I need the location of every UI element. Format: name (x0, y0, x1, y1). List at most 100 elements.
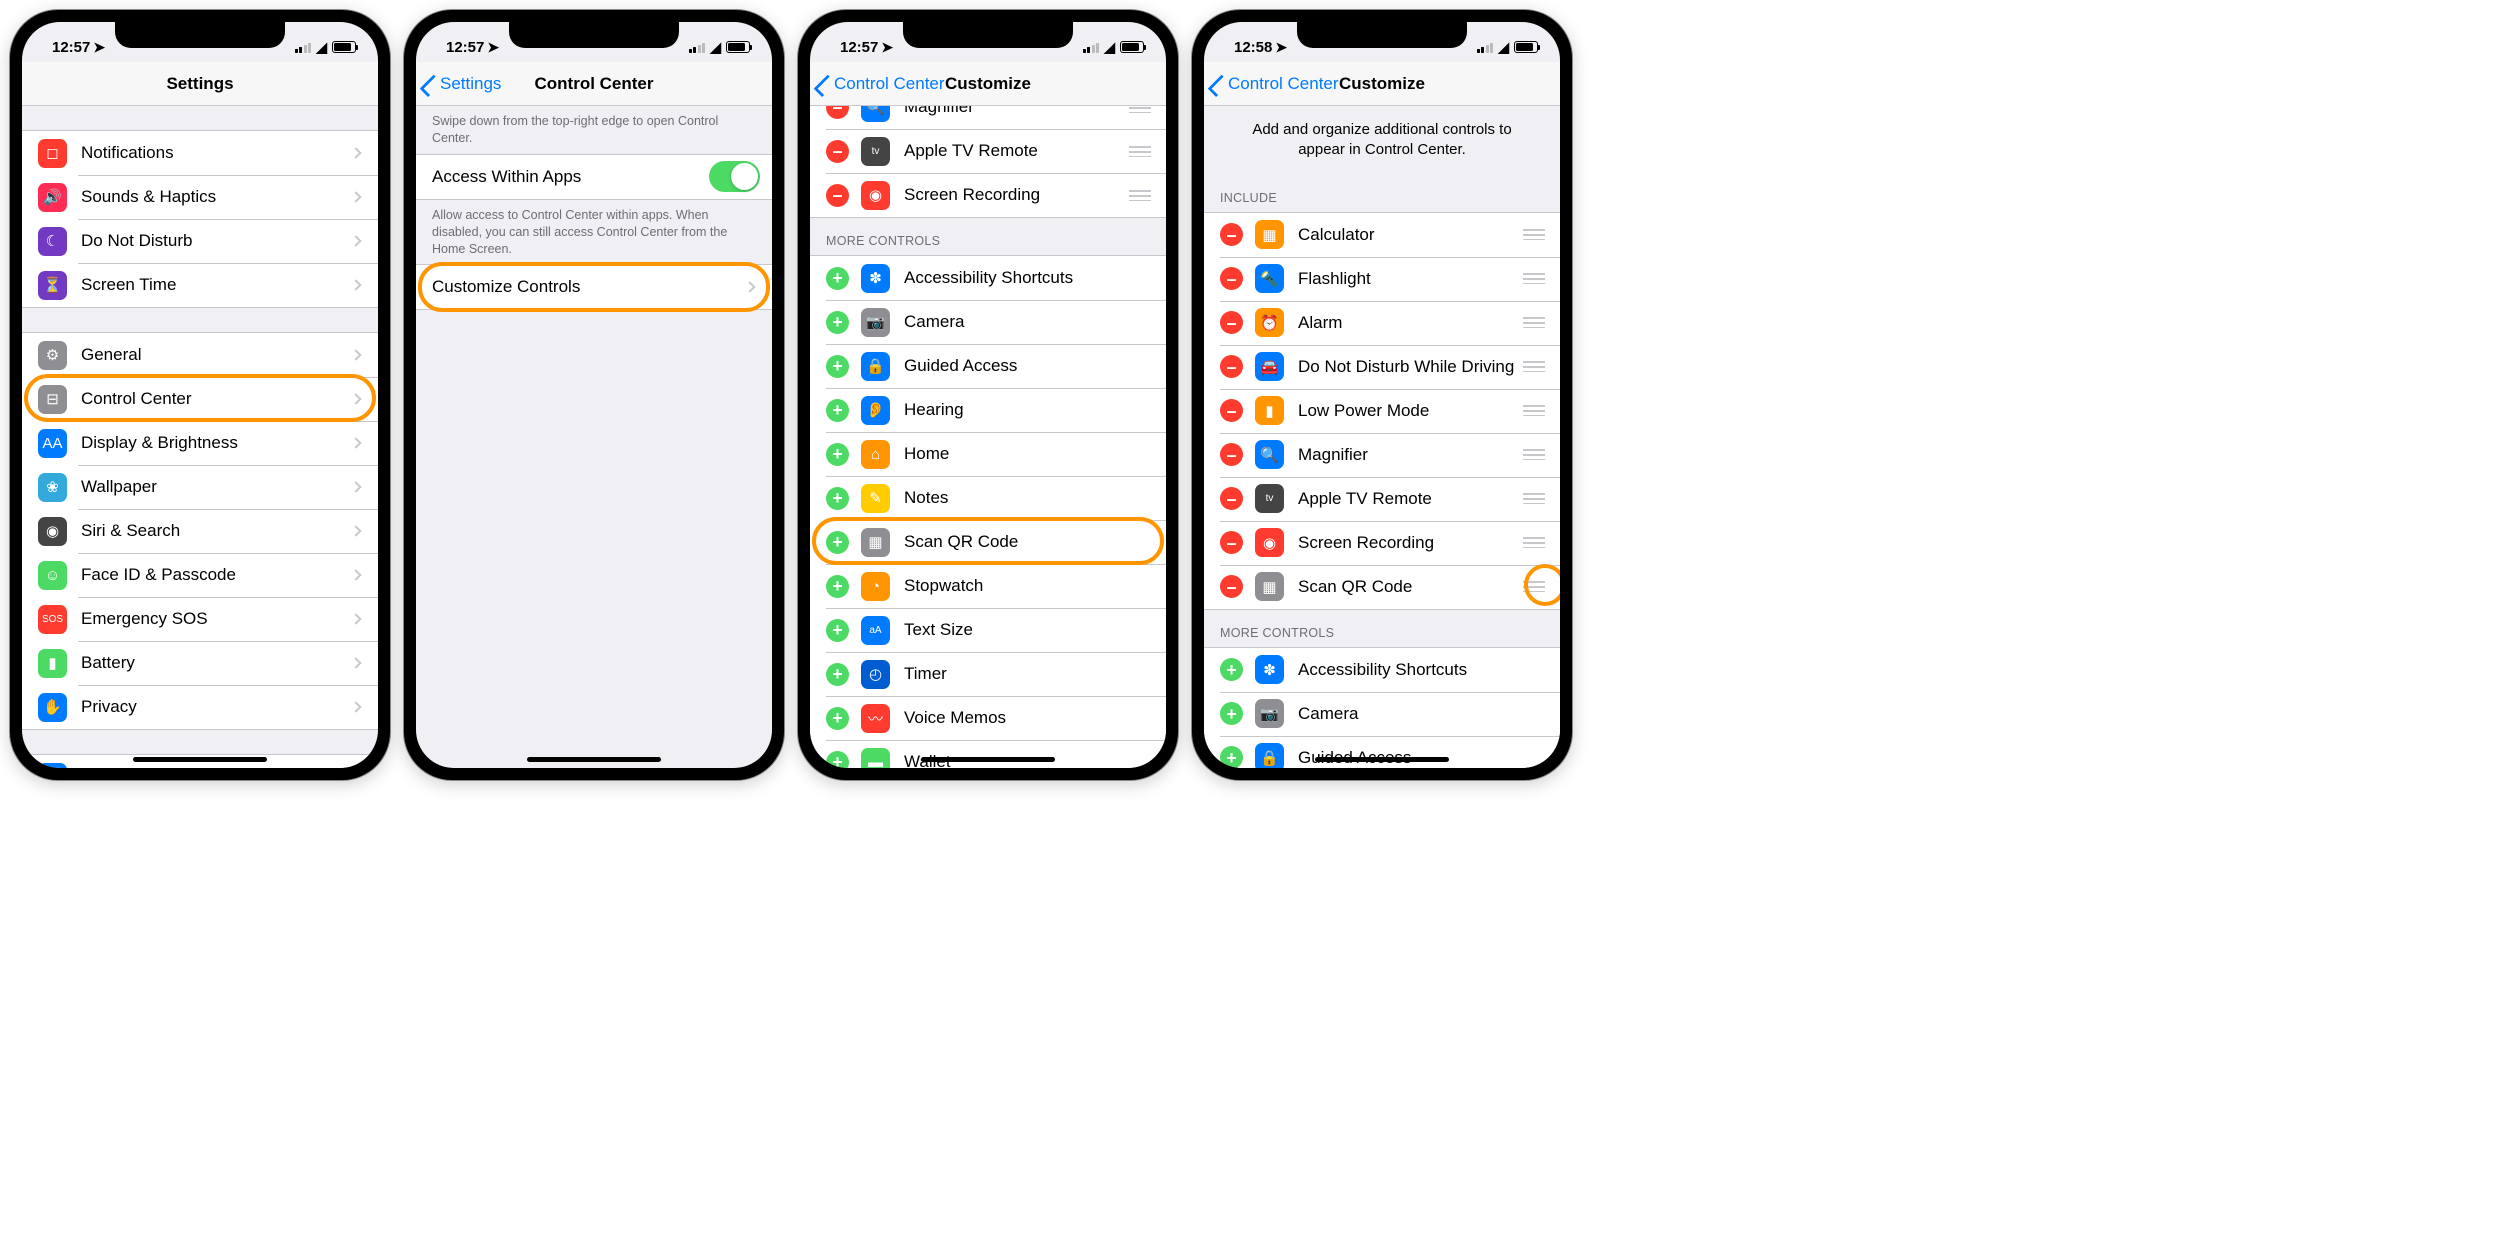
add-button[interactable]: + (1220, 658, 1243, 681)
add-button[interactable]: + (826, 487, 849, 510)
add-button[interactable]: + (826, 531, 849, 554)
list-item[interactable]: Customize Controls (416, 265, 772, 309)
back-button[interactable]: Control Center (1204, 74, 1339, 94)
list-item[interactable]: –◉Screen Recording (810, 173, 1166, 217)
scroll-container[interactable]: Swipe down from the top-right edge to op… (416, 106, 772, 768)
list-item[interactable]: +▦Scan QR Code (810, 520, 1166, 564)
list-item[interactable]: +✎Notes (810, 476, 1166, 520)
list-item[interactable]: ☾Do Not Disturb (22, 219, 378, 263)
list-item[interactable]: AADisplay & Brightness (22, 421, 378, 465)
remove-button[interactable]: – (1220, 223, 1243, 246)
list-item[interactable]: –tvApple TV Remote (810, 129, 1166, 173)
cell-label: Siri & Search (81, 521, 352, 541)
list-item[interactable]: –▮Low Power Mode (1204, 389, 1560, 433)
disclosure-icon (350, 393, 361, 404)
back-button[interactable]: Control Center (810, 74, 945, 94)
list-item[interactable]: –🔦Flashlight (1204, 257, 1560, 301)
list-item[interactable]: –▦Calculator (1204, 213, 1560, 257)
remove-button[interactable]: – (1220, 531, 1243, 554)
remove-button[interactable]: – (1220, 311, 1243, 334)
list-item[interactable]: ⚙︎General (22, 333, 378, 377)
remove-button[interactable]: – (1220, 575, 1243, 598)
reorder-handle[interactable] (1129, 106, 1151, 113)
list-item[interactable]: +✽Accessibility Shortcuts (1204, 648, 1560, 692)
list-item[interactable]: ◉Siri & Search (22, 509, 378, 553)
remove-button[interactable]: – (1220, 355, 1243, 378)
remove-button[interactable]: – (1220, 443, 1243, 466)
scroll-container[interactable]: Add and organize additional controls to … (1204, 106, 1560, 768)
list-item[interactable]: +aAText Size (810, 608, 1166, 652)
list-item[interactable]: –tvApple TV Remote (1204, 477, 1560, 521)
add-button[interactable]: + (1220, 702, 1243, 725)
list-item[interactable]: ▮Battery (22, 641, 378, 685)
list-item[interactable]: –◉Screen Recording (1204, 521, 1560, 565)
reorder-handle[interactable] (1523, 493, 1545, 504)
table-group: Customize Controls (416, 264, 772, 310)
list-item[interactable]: +👂Hearing (810, 388, 1166, 432)
remove-button[interactable]: – (1220, 487, 1243, 510)
toggle-switch[interactable] (709, 161, 760, 192)
add-button[interactable]: + (826, 355, 849, 378)
list-item[interactable]: ⏳Screen Time (22, 263, 378, 307)
list-item[interactable]: +📷Camera (810, 300, 1166, 344)
add-button[interactable]: + (826, 267, 849, 290)
list-item[interactable]: –▦Scan QR Code (1204, 565, 1560, 609)
remove-button[interactable]: – (826, 184, 849, 207)
add-button[interactable]: + (826, 707, 849, 730)
scroll-container[interactable]: –🔍Magnifier–tvApple TV Remote–◉Screen Re… (810, 106, 1166, 768)
reorder-handle[interactable] (1129, 146, 1151, 157)
list-item[interactable]: +⌂Home (810, 432, 1166, 476)
remove-button[interactable]: – (826, 140, 849, 163)
list-item[interactable]: +🔒Guided Access (810, 344, 1166, 388)
reorder-handle[interactable] (1523, 273, 1545, 284)
list-item[interactable]: –🔍Magnifier (810, 106, 1166, 129)
add-button[interactable]: + (826, 443, 849, 466)
cell-label: Text Size (904, 620, 1154, 640)
list-item[interactable]: –🚘Do Not Disturb While Driving (1204, 345, 1560, 389)
list-item[interactable]: ☺︎Face ID & Passcode (22, 553, 378, 597)
add-button[interactable]: + (826, 619, 849, 642)
reorder-handle[interactable] (1523, 361, 1545, 372)
list-item[interactable]: ❀Wallpaper (22, 465, 378, 509)
remove-button[interactable]: – (1220, 267, 1243, 290)
reorder-handle[interactable] (1129, 190, 1151, 201)
list-item[interactable]: +▬Wallet (810, 740, 1166, 768)
remove-button[interactable]: – (1220, 399, 1243, 422)
cell-label: Camera (1298, 704, 1548, 724)
reorder-handle[interactable] (1523, 229, 1545, 240)
list-item[interactable]: ◻︎Notifications (22, 131, 378, 175)
list-item[interactable]: ✋Privacy (22, 685, 378, 729)
add-button[interactable]: + (826, 575, 849, 598)
list-item[interactable]: +📷Camera (1204, 692, 1560, 736)
reorder-handle[interactable] (1523, 317, 1545, 328)
add-button[interactable]: + (826, 311, 849, 334)
add-button[interactable]: + (826, 751, 849, 769)
add-button[interactable]: + (826, 663, 849, 686)
list-item[interactable]: –🔍Magnifier (1204, 433, 1560, 477)
back-button[interactable]: Settings (416, 74, 501, 94)
disclosure-icon (350, 613, 361, 624)
reorder-handle[interactable] (1523, 449, 1545, 460)
battery-icon (332, 41, 356, 53)
list-item[interactable]: SOSEmergency SOS (22, 597, 378, 641)
list-item[interactable]: +◔Stopwatch (810, 564, 1166, 608)
add-button[interactable]: + (826, 399, 849, 422)
battery-icon (726, 41, 750, 53)
list-item[interactable]: ⊟Control Center (22, 377, 378, 421)
reorder-handle[interactable] (1523, 405, 1545, 416)
list-item[interactable]: 🔊Sounds & Haptics (22, 175, 378, 219)
list-item[interactable]: +✽Accessibility Shortcuts (810, 256, 1166, 300)
list-item[interactable]: +〰Voice Memos (810, 696, 1166, 740)
list-item[interactable]: +🔒Guided Access (1204, 736, 1560, 769)
cell-label: Voice Memos (904, 708, 1154, 728)
list-item[interactable]: Access Within Apps (416, 155, 772, 199)
remove-button[interactable]: – (826, 106, 849, 119)
reorder-handle[interactable] (1523, 581, 1545, 592)
list-item[interactable]: –⏰Alarm (1204, 301, 1560, 345)
disclosure-icon (350, 481, 361, 492)
scroll-container[interactable]: ◻︎Notifications🔊Sounds & Haptics☾Do Not … (22, 106, 378, 768)
reorder-handle[interactable] (1523, 537, 1545, 548)
add-button[interactable]: + (1220, 746, 1243, 768)
disclosure-icon (350, 147, 361, 158)
list-item[interactable]: +◴Timer (810, 652, 1166, 696)
